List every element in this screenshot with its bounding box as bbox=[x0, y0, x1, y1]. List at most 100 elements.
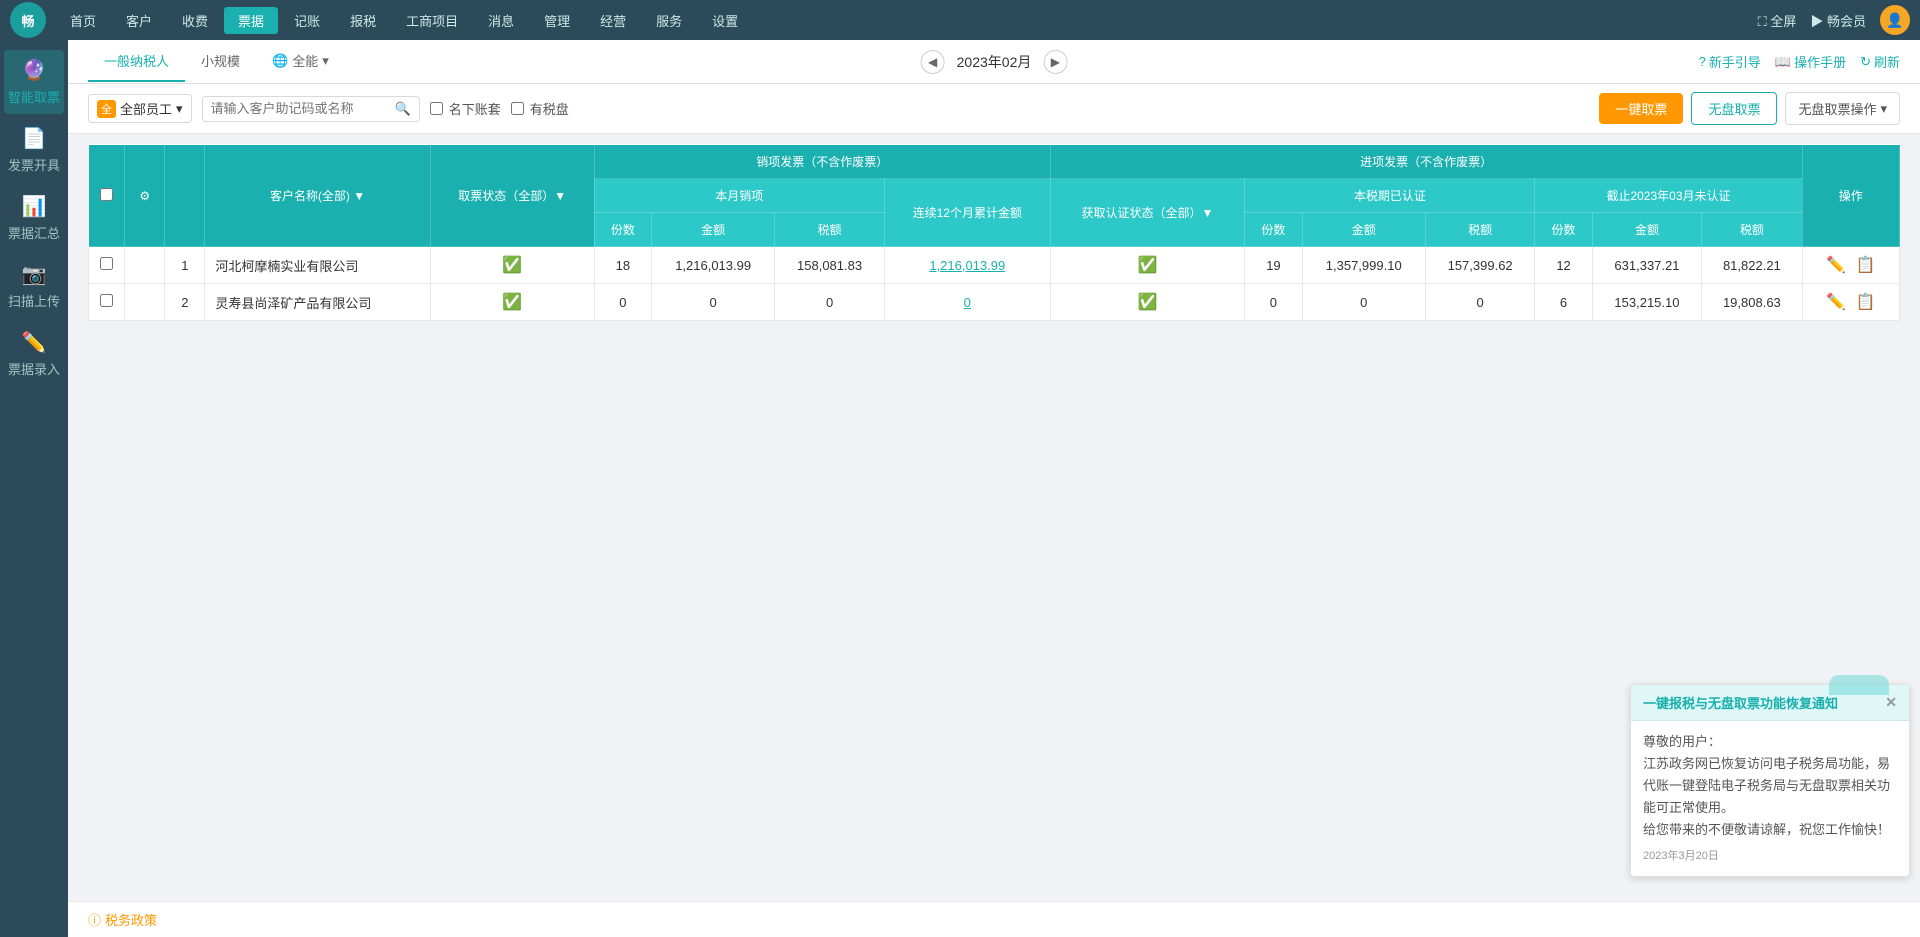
nav-tax[interactable]: 报税 bbox=[336, 7, 390, 34]
tab-small-scale[interactable]: 小规模 bbox=[185, 41, 256, 82]
sidebar-item-ticket-entry[interactable]: ✏️ 票据录入 bbox=[4, 322, 64, 386]
row2-edit-icon[interactable]: ✏️ bbox=[1826, 294, 1846, 311]
vip-btn[interactable]: ▶ 畅会员 bbox=[1810, 11, 1866, 30]
sidebar-item-open-invoice[interactable]: 📄 发票开具 bbox=[4, 118, 64, 182]
row1-view-icon[interactable]: 📋 bbox=[1856, 257, 1876, 274]
row2-check[interactable] bbox=[100, 294, 113, 307]
open-invoice-icon: 📄 bbox=[22, 126, 47, 151]
row1-cancel-check-icon: ✅ bbox=[502, 257, 522, 274]
nav-service[interactable]: 服务 bbox=[642, 7, 696, 34]
nav-invoice[interactable]: 票据 bbox=[224, 7, 278, 34]
no-disk-ticket-button[interactable]: 无盘取票 bbox=[1691, 92, 1777, 125]
nav-message[interactable]: 消息 bbox=[474, 7, 528, 34]
notification-close-button[interactable]: ✕ bbox=[1885, 694, 1897, 711]
tab-right-actions: ? 新手引导 📖 操作手册 ↻ 刷新 bbox=[1699, 52, 1900, 71]
row1-accumulated: 1,216,013.99 bbox=[884, 247, 1050, 284]
sidebar-label-scan-upload: 扫描上传 bbox=[8, 291, 60, 310]
row2-sales-tax: 0 bbox=[775, 284, 885, 321]
manual-btn[interactable]: 📖 操作手册 bbox=[1775, 52, 1846, 71]
row2-cancel-check-icon: ✅ bbox=[502, 294, 522, 311]
uncert-count-header: 份数 bbox=[1535, 213, 1592, 247]
row2-view-icon[interactable]: 📋 bbox=[1856, 294, 1876, 311]
one-click-ticket-button[interactable]: 一键取票 bbox=[1599, 93, 1683, 124]
nav-settings[interactable]: 设置 bbox=[698, 7, 752, 34]
main-data-table: ⚙ 客户名称(全部) ▼ 取票状态（全部）▼ 销项发票（不含作废票） 进项发票（… bbox=[88, 144, 1900, 321]
row1-edit-icon[interactable]: ✏️ bbox=[1826, 257, 1846, 274]
cancel-status-header: 取票状态（全部）▼ bbox=[430, 145, 594, 247]
certify-status-header: 获取认证状态（全部）▼ bbox=[1050, 179, 1245, 247]
filter-right-buttons: 一键取票 无盘取票 无盘取票操作 ▾ bbox=[1599, 92, 1900, 125]
row1-check[interactable] bbox=[100, 257, 113, 270]
smart-ticket-icon: 🔮 bbox=[22, 58, 47, 83]
top-right-area: ⛶ 全屏 ▶ 畅会员 👤 bbox=[1758, 5, 1910, 35]
row2-customer-name: 灵寿县尚泽矿产品有限公司 bbox=[205, 284, 430, 321]
row2-uncert-tax: 19,808.63 bbox=[1702, 284, 1802, 321]
row2-accumulated: 0 bbox=[884, 284, 1050, 321]
checkbox-header bbox=[89, 145, 125, 247]
row1-accumulated-link[interactable]: 1,216,013.99 bbox=[929, 258, 1005, 273]
nav-fee[interactable]: 收费 bbox=[168, 7, 222, 34]
refresh-btn[interactable]: ↻ 刷新 bbox=[1860, 52, 1900, 71]
checkbox-tax-disk[interactable]: 有税盘 bbox=[511, 99, 569, 118]
purchase-tax-header: 税额 bbox=[1425, 213, 1535, 247]
row2-checkbox bbox=[89, 284, 125, 321]
tab-left-group: 一般纳税人 小规模 🌐 全能 ▾ bbox=[88, 41, 345, 82]
search-wrap: 🔍 bbox=[202, 96, 420, 122]
notification-title: 一键报税与无盘取票功能恢复通知 bbox=[1643, 693, 1838, 712]
current-period-certified-header: 本税期已认证 bbox=[1245, 179, 1535, 213]
dropdown-arrow-icon: ▾ bbox=[1880, 101, 1887, 117]
search-icon: 🔍 bbox=[395, 101, 411, 117]
own-accounts-checkbox[interactable] bbox=[430, 102, 443, 115]
select-all-checkbox[interactable] bbox=[100, 188, 113, 201]
fullscreen-btn[interactable]: ⛶ 全屏 bbox=[1758, 11, 1797, 30]
sidebar-label-smart-ticket: 智能取票 bbox=[8, 87, 60, 106]
row1-purchase-amount: 1,357,999.10 bbox=[1302, 247, 1425, 284]
sales-amount-header: 金额 bbox=[651, 213, 774, 247]
top-navigation: 畅 首页 客户 收费 票据 记账 报税 工商项目 消息 管理 经营 服务 设置 … bbox=[0, 0, 1920, 40]
nav-client[interactable]: 客户 bbox=[112, 7, 166, 34]
sidebar-label-ticket-entry: 票据录入 bbox=[8, 359, 60, 378]
nav-business[interactable]: 工商项目 bbox=[392, 7, 472, 34]
row1-sales-count: 18 bbox=[594, 247, 651, 284]
row2-purchase-count: 0 bbox=[1245, 284, 1302, 321]
policy-label: 税务政策 bbox=[105, 910, 157, 929]
row1-checkbox bbox=[89, 247, 125, 284]
sidebar-item-summary[interactable]: 📊 票据汇总 bbox=[4, 186, 64, 250]
sales-count-header: 份数 bbox=[594, 213, 651, 247]
user-avatar[interactable]: 👤 bbox=[1880, 5, 1910, 35]
search-input[interactable] bbox=[211, 101, 391, 116]
period-prev-button[interactable]: ◀ bbox=[921, 50, 945, 74]
tab-full-capability[interactable]: 🌐 全能 ▾ bbox=[256, 41, 345, 82]
customer-name-header: 客户名称(全部) ▼ bbox=[205, 145, 430, 247]
tab-general-taxpayer[interactable]: 一般纳税人 bbox=[88, 41, 185, 82]
summary-icon: 📊 bbox=[22, 194, 47, 219]
filter-bar: 全 全部员工 ▾ 🔍 名下账套 有税盘 一键取票 无盘取票 无盘取票操作 bbox=[68, 84, 1920, 134]
tax-disk-checkbox[interactable] bbox=[511, 102, 524, 115]
sidebar-item-smart-ticket[interactable]: 🔮 智能取票 bbox=[4, 50, 64, 114]
row1-customer-name: 河北柯摩楠实业有限公司 bbox=[205, 247, 430, 284]
no-disk-ticket-operation-button[interactable]: 无盘取票操作 ▾ bbox=[1785, 92, 1900, 125]
row2-accumulated-link[interactable]: 0 bbox=[964, 295, 971, 310]
nav-home[interactable]: 首页 bbox=[56, 7, 110, 34]
row2-actions: ✏️ 📋 bbox=[1802, 284, 1899, 321]
employee-tag: 全 bbox=[97, 100, 116, 118]
row2-uncert-count: 6 bbox=[1535, 284, 1592, 321]
row1-uncert-amount: 631,337.21 bbox=[1592, 247, 1702, 284]
app-logo: 畅 bbox=[10, 2, 46, 38]
guide-btn[interactable]: ? 新手引导 bbox=[1699, 52, 1761, 71]
policy-link[interactable]: ⓘ 税务政策 bbox=[88, 910, 157, 929]
sidebar-item-scan-upload[interactable]: 📷 扫描上传 bbox=[4, 254, 64, 318]
notification-body: 尊敬的用户： 江苏政务网已恢复访问电子税务局功能，易代账一键登陆电子税务局与无盘… bbox=[1631, 721, 1909, 876]
row2-settings bbox=[125, 284, 165, 321]
left-sidebar: 🔮 智能取票 📄 发票开具 📊 票据汇总 📷 扫描上传 ✏️ 票据录入 bbox=[0, 40, 68, 937]
checkbox-own-accounts[interactable]: 名下账套 bbox=[430, 99, 501, 118]
accumulated-header: 连续12个月累计金额 bbox=[884, 179, 1050, 247]
nav-bookkeeping[interactable]: 记账 bbox=[280, 7, 334, 34]
period-next-button[interactable]: ▶ bbox=[1043, 50, 1067, 74]
sidebar-label-summary: 票据汇总 bbox=[8, 223, 60, 242]
employee-filter[interactable]: 全 全部员工 ▾ bbox=[88, 94, 192, 123]
row1-actions: ✏️ 📋 bbox=[1802, 247, 1899, 284]
row2-uncert-amount: 153,215.10 bbox=[1592, 284, 1702, 321]
nav-manage[interactable]: 管理 bbox=[530, 7, 584, 34]
nav-operation[interactable]: 经营 bbox=[586, 7, 640, 34]
